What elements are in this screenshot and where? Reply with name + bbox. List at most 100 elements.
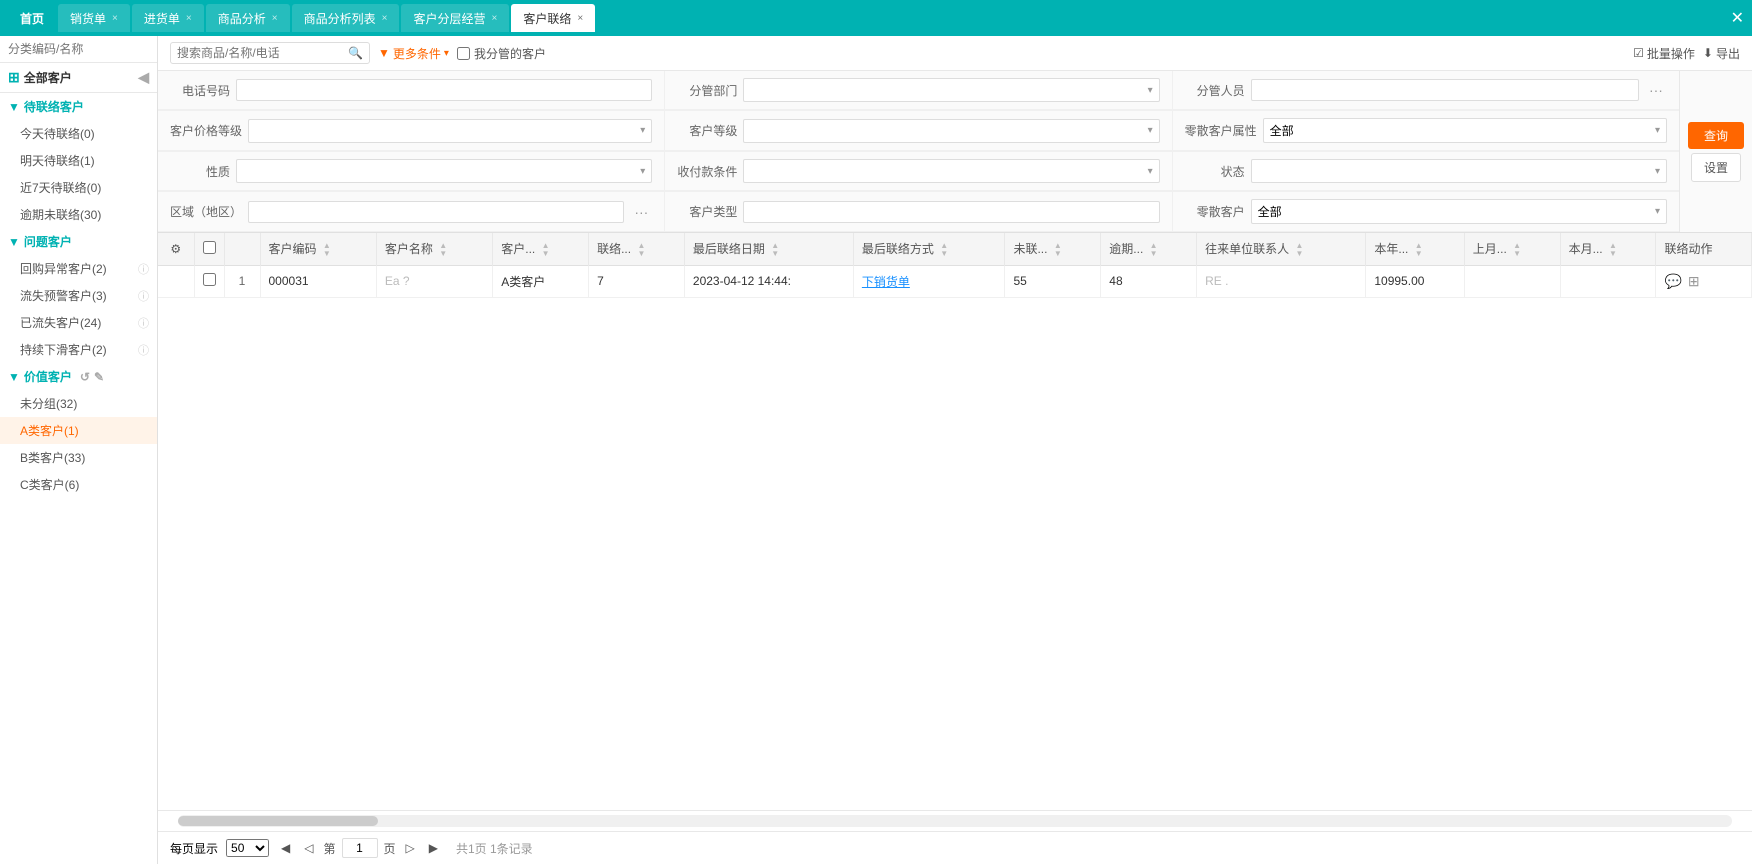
sort-arrows-lcd[interactable]: ▲▼ xyxy=(771,242,779,258)
filter-price-grade-select[interactable]: ▾ xyxy=(248,119,652,143)
filter-more-btn[interactable]: ▼ 更多条件 ▾ xyxy=(378,45,449,62)
nav-tab-sales[interactable]: 销货单 × xyxy=(58,4,130,32)
filter-retail-select[interactable]: 全部 ▾ xyxy=(1251,199,1667,224)
row-no-contact-cell: 55 xyxy=(1005,265,1101,297)
batch-ops-button[interactable]: ☑ 批量操作 xyxy=(1633,45,1695,62)
filter-retail: 零散客户 全部 ▾ xyxy=(1173,192,1679,232)
filter-search-input[interactable] xyxy=(177,46,344,60)
last-page-btn[interactable]: ▶ xyxy=(425,840,442,856)
sidebar-section-problem[interactable]: ▼ 问题客户 xyxy=(0,228,157,255)
col-header-no-contact: 未联... ▲▼ xyxy=(1005,233,1101,265)
filter-retail-attr-arrow: ▾ xyxy=(1655,125,1660,136)
nav-tab-goods-analysis[interactable]: 商品分析 × xyxy=(206,4,290,32)
filter-person-more[interactable]: ··· xyxy=(1645,82,1667,98)
col-header-check xyxy=(194,233,224,265)
sort-arrows-lm[interactable]: ▲▼ xyxy=(1513,242,1521,258)
filter-customer-grade-select[interactable]: ▾ xyxy=(743,119,1159,143)
sidebar-item-class-a[interactable]: A类客户(1) xyxy=(0,417,157,444)
sidebar-item-unclassified[interactable]: 未分组(32) xyxy=(0,390,157,417)
refresh-icon[interactable]: ↺ xyxy=(80,370,90,384)
filter-nature-select[interactable]: ▾ xyxy=(236,159,652,183)
filter-region-input[interactable] xyxy=(248,201,624,223)
sidebar-item-already-lost[interactable]: 已流失客户(24) ⓘ xyxy=(0,309,157,336)
sort-arrows-type[interactable]: ▲▼ xyxy=(542,242,550,258)
row-last-contact-date-cell: 2023-04-12 14:44: xyxy=(684,265,853,297)
filter-status-select[interactable]: ▾ xyxy=(1251,159,1667,183)
filter-status-label: 状态 xyxy=(1185,163,1245,180)
sidebar-item-7days[interactable]: 近7天待联络(0) xyxy=(0,174,157,201)
gear-icon-header[interactable]: ⚙ xyxy=(166,242,186,256)
close-all-button[interactable]: ✕ xyxy=(1731,8,1744,28)
sort-arrows-nc[interactable]: ▲▼ xyxy=(1054,242,1062,258)
sidebar-item-continuous-down-label: 持续下滑客户(2) xyxy=(20,341,107,358)
sort-arrows-od[interactable]: ▲▼ xyxy=(1150,242,1158,258)
sidebar-item-lost-forecast[interactable]: 流失预警客户(3) ⓘ xyxy=(0,282,157,309)
sidebar-item-repurchase[interactable]: 回购异常客户(2) ⓘ xyxy=(0,255,157,282)
per-page-select[interactable]: 50 100 200 xyxy=(226,839,269,857)
filter-retail-attr-select[interactable]: 全部 ▾ xyxy=(1263,118,1667,143)
filter-payment-select[interactable]: ▾ xyxy=(743,159,1159,183)
filter-dept-arrow: ▾ xyxy=(1148,85,1153,96)
filter-search-icon[interactable]: 🔍 xyxy=(348,46,363,60)
sidebar-collapse-icon[interactable]: ◀ xyxy=(138,69,149,86)
nav-tab-customer-segment[interactable]: 客户分层经营 × xyxy=(401,4,509,32)
sidebar-section-value[interactable]: ▼ 价值客户 ↺ ✎ xyxy=(0,363,157,390)
select-all-checkbox[interactable] xyxy=(203,241,216,254)
nav-tab-customer-contact[interactable]: 客户联络 × xyxy=(511,4,595,32)
sidebar-search-input[interactable] xyxy=(8,42,158,56)
nav-tab-customer-contact-close[interactable]: × xyxy=(577,13,583,24)
filter-customer-grade-label: 客户等级 xyxy=(677,122,737,139)
first-page-btn[interactable]: ◀ xyxy=(277,840,294,856)
sort-arrows-code[interactable]: ▲▼ xyxy=(323,242,331,258)
query-button[interactable]: 查询 xyxy=(1688,122,1744,149)
main-layout: 🔍 ⊞ 全部客户 ◀ ▼ 待联络客户 今天待联络(0) 明天待联络(1) 近7天… xyxy=(0,36,1752,864)
sort-arrows-contact[interactable]: ▲▼ xyxy=(637,242,645,258)
filter-person-input[interactable] xyxy=(1251,79,1639,101)
row-last-contact-method[interactable]: 下销货单 xyxy=(862,275,910,289)
sort-arrows-lcm[interactable]: ▲▼ xyxy=(940,242,948,258)
col-overdue-label: 逾期... xyxy=(1109,242,1143,256)
sidebar-item-tomorrow[interactable]: 明天待联络(1) xyxy=(0,147,157,174)
filter-payment-arrow: ▾ xyxy=(1148,166,1153,177)
export-button[interactable]: ⬇ 导出 xyxy=(1703,45,1740,62)
qrcode-icon[interactable]: ⊞ xyxy=(1688,273,1700,290)
sidebar-item-class-c[interactable]: C类客户(6) xyxy=(0,471,157,498)
next-page-btn[interactable]: ▷ xyxy=(402,840,419,856)
settings-button[interactable]: 设置 xyxy=(1691,153,1741,182)
prev-page-btn[interactable]: ◁ xyxy=(300,840,317,856)
filter-price-grade-arrow: ▾ xyxy=(640,125,645,136)
sidebar-section-pending[interactable]: ▼ 待联络客户 xyxy=(0,93,157,120)
nav-tab-goods-list[interactable]: 商品分析列表 × xyxy=(292,4,400,32)
nav-tab-purchase-close[interactable]: × xyxy=(186,13,192,24)
my-customers-checkbox[interactable] xyxy=(457,47,470,60)
nav-tab-goods-analysis-close[interactable]: × xyxy=(272,13,278,24)
row-checkbox[interactable] xyxy=(203,273,216,286)
sidebar-item-overdue[interactable]: 逾期未联络(30) xyxy=(0,201,157,228)
filter-retail-arrow: ▾ xyxy=(1655,206,1660,217)
filter-customer-type-input[interactable] xyxy=(743,201,1159,223)
page-input[interactable] xyxy=(342,838,378,858)
col-this-year-label: 本年... xyxy=(1374,242,1408,256)
horizontal-scrollbar[interactable] xyxy=(178,815,1732,827)
sort-arrows-ty[interactable]: ▲▼ xyxy=(1415,242,1423,258)
nav-tab-sales-close[interactable]: × xyxy=(112,13,118,24)
nav-tab-goods-list-close[interactable]: × xyxy=(382,13,388,24)
sidebar-item-today[interactable]: 今天待联络(0) xyxy=(0,120,157,147)
nav-tab-customer-segment-close[interactable]: × xyxy=(491,13,497,24)
sidebar-item-continuous-down[interactable]: 持续下滑客户(2) ⓘ xyxy=(0,336,157,363)
sort-arrows-cc[interactable]: ▲▼ xyxy=(1295,242,1303,258)
nav-tab-home[interactable]: 首页 xyxy=(8,4,56,32)
filter-region-more[interactable]: ··· xyxy=(630,204,652,220)
sidebar-item-class-b[interactable]: B类客户(33) xyxy=(0,444,157,471)
filter-phone-input[interactable] xyxy=(236,79,652,101)
edit-icon[interactable]: ✎ xyxy=(94,370,104,384)
comment-icon[interactable]: 💬 xyxy=(1664,273,1681,290)
filter-dept-select[interactable]: ▾ xyxy=(743,78,1159,102)
filter-status-arrow: ▾ xyxy=(1655,166,1660,177)
sort-arrows-name[interactable]: ▲▼ xyxy=(439,242,447,258)
sort-arrows-tm[interactable]: ▲▼ xyxy=(1609,242,1617,258)
sidebar-item-lost-forecast-label: 流失预警客户(3) xyxy=(20,287,107,304)
filter-row-4: 区域（地区） ··· 客户类型 零散客户 全部 ▾ xyxy=(158,192,1679,232)
nav-tab-purchase[interactable]: 进货单 × xyxy=(132,4,204,32)
col-last-contact-method-label: 最后联络方式 xyxy=(862,242,934,256)
